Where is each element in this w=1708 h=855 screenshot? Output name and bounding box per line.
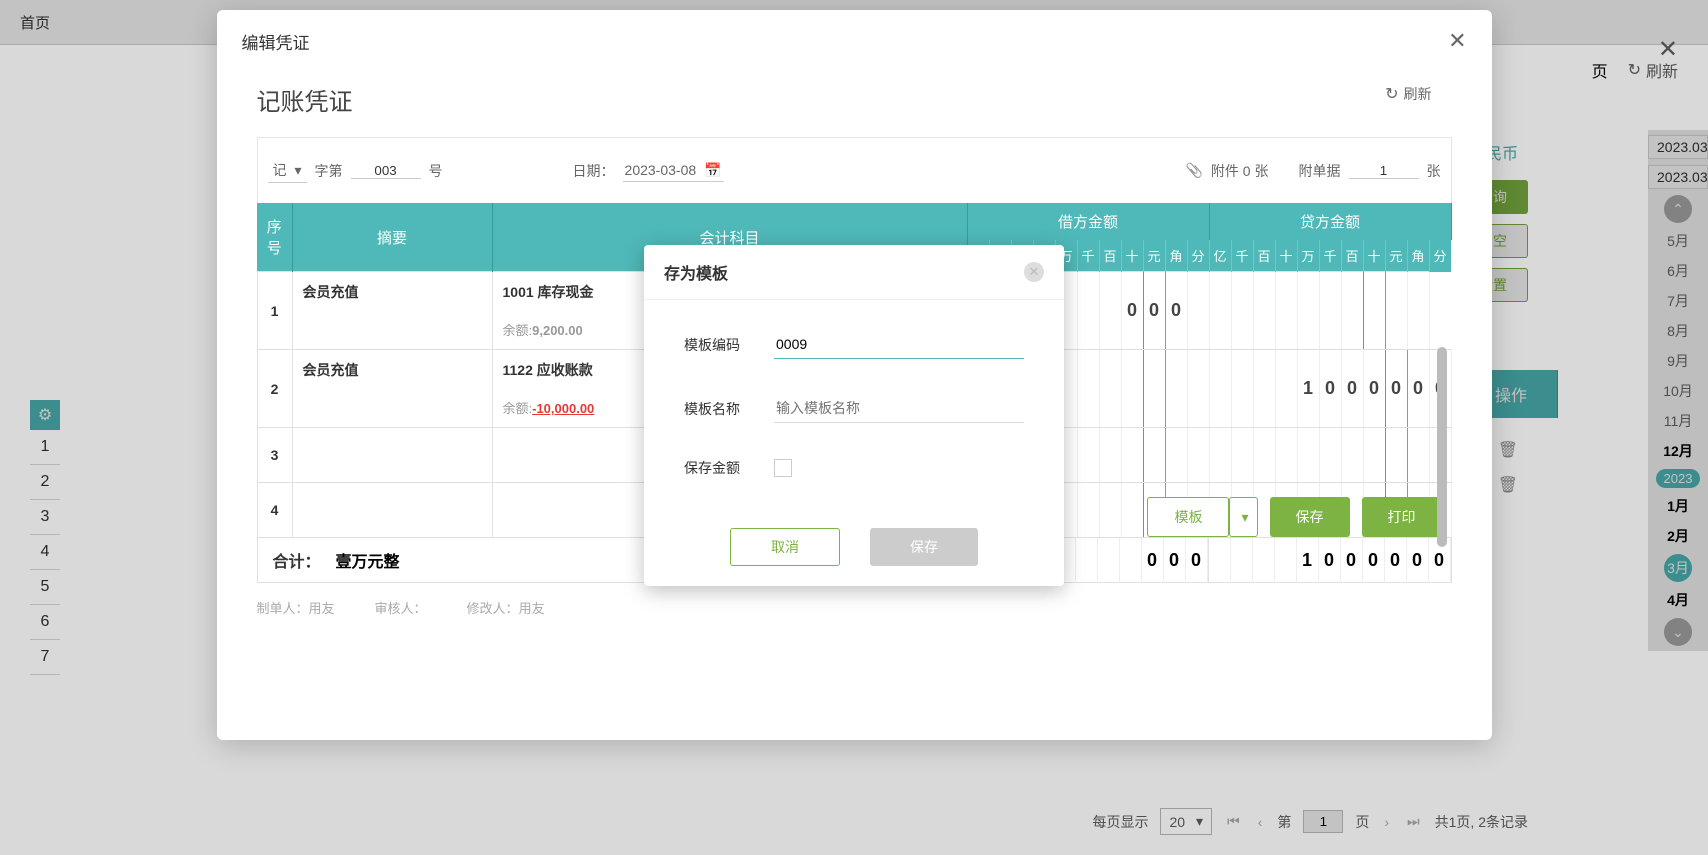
tm-amount-checkbox[interactable] — [774, 459, 792, 477]
tm-name-label: 模板名称 — [684, 399, 754, 419]
save-template-modal: 存为模板 ✕ 模板编码 模板名称 保存金额 — [644, 245, 1064, 586]
tm-code-label: 模板编码 — [684, 335, 754, 355]
tm-code-input[interactable] — [774, 330, 1024, 359]
tm-cancel-button[interactable]: 取消 — [730, 528, 840, 566]
tm-save-button[interactable]: 保存 — [870, 528, 978, 566]
edit-voucher-panel: 编辑凭证 ✕ 记账凭证 刷新 记 字第 号 — [217, 10, 1492, 740]
tm-amount-label: 保存金额 — [684, 458, 754, 478]
tm-name-input[interactable] — [774, 394, 1024, 423]
tm-title: 存为模板 — [664, 260, 728, 284]
tm-close-icon[interactable]: ✕ — [1024, 262, 1044, 282]
